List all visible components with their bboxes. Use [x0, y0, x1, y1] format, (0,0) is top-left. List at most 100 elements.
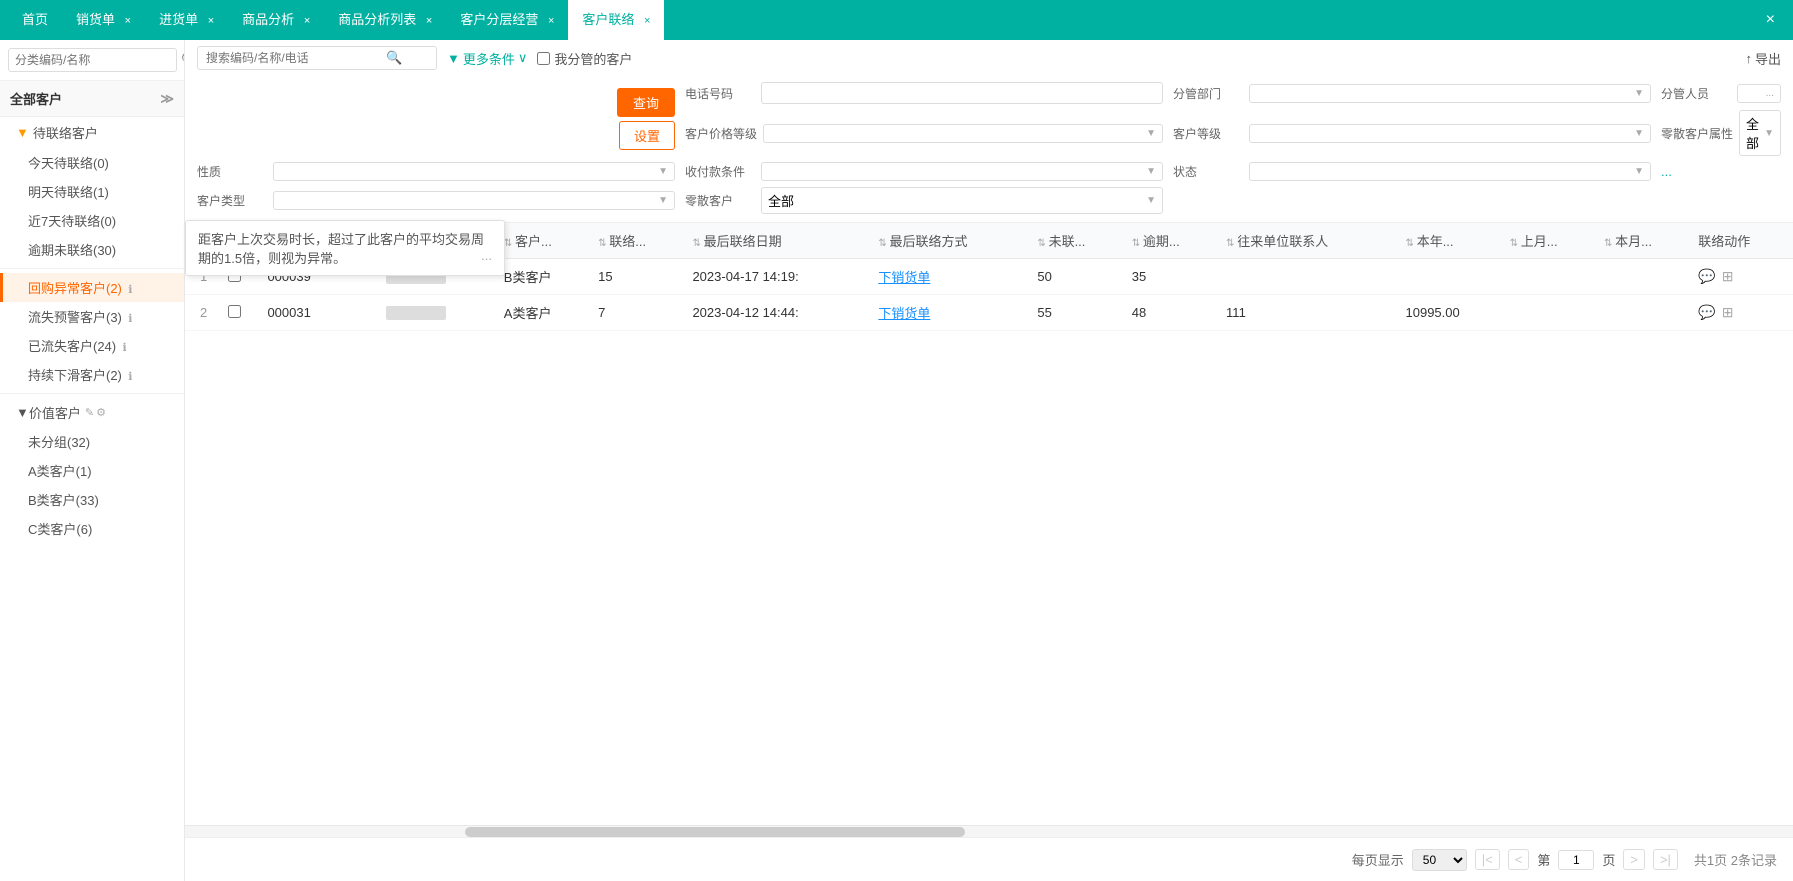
horizontal-scrollbar[interactable]	[185, 825, 1793, 837]
export-button[interactable]: ↑ 导出	[1745, 49, 1781, 68]
last-page-button[interactable]: >|	[1653, 849, 1678, 870]
retail-cust-select[interactable]: 全部▼	[761, 187, 1163, 214]
sidebar-item-c-class[interactable]: C类客户(6)	[0, 514, 184, 543]
row-2-chat-icon[interactable]: 💬	[1698, 304, 1715, 321]
row-last-date-1: 2023-04-17 14:19:	[686, 259, 872, 295]
cust-grade-select[interactable]: ▼	[1249, 124, 1651, 143]
table-row: 2 000031 A类客户 7 2023-04-12 14:44: 下销货单	[185, 295, 1793, 331]
sidebar-search-input[interactable]	[8, 48, 177, 72]
sidebar-item-b-class[interactable]: B类客户(33)	[0, 485, 184, 514]
cust-type-label: 客户类型	[197, 192, 267, 209]
action-buttons: 查询 设置	[197, 88, 675, 150]
nav-home[interactable]: 首页	[8, 0, 62, 40]
filter-retail-property: 零散客户属性 全部▼	[1661, 110, 1781, 156]
manager-label: 分管人员	[1661, 85, 1731, 102]
my-customers-checkbox[interactable]	[537, 52, 550, 65]
row-overdue-1: 35	[1126, 259, 1220, 295]
sidebar-item-churned[interactable]: 已流失客户(24) ℹ	[0, 331, 184, 360]
row-last-month-2	[1504, 295, 1598, 331]
col-this-month[interactable]: 本月...	[1598, 223, 1692, 259]
first-page-button[interactable]: |<	[1475, 849, 1500, 870]
col-this-year[interactable]: 本年...	[1400, 223, 1504, 259]
page-size-select[interactable]: 50 20 100	[1412, 849, 1467, 871]
data-table-area: ⚙ 客户编码 客户名称 客户...	[185, 223, 1793, 825]
row-overdue-2: 48	[1126, 295, 1220, 331]
col-last-method[interactable]: 最后联络方式	[872, 223, 1031, 259]
sidebar-item-overdue[interactable]: 逾期未联络(30)	[0, 235, 184, 264]
last-method-link-1[interactable]: 下销货单	[878, 270, 930, 285]
sidebar-group-pending[interactable]: ▼ 待联络客户	[0, 117, 184, 148]
cust-type-select[interactable]: ▼	[273, 191, 675, 210]
filter-status: 状态 ▼	[1173, 162, 1651, 181]
sidebar-item-repurchase-abnormal[interactable]: 回购异常客户(2) ℹ	[0, 273, 184, 302]
row-grade-1: B类客户	[498, 259, 592, 295]
more-conditions-button[interactable]: ▼ 更多条件 ∨	[447, 49, 527, 68]
sidebar-item-a-class[interactable]: A类客户(1)	[0, 456, 184, 485]
current-page-input[interactable]	[1558, 850, 1594, 870]
nav-product-analysis-close[interactable]: ×	[304, 15, 310, 27]
phone-label: 电话号码	[685, 85, 755, 102]
setting-button[interactable]: 设置	[619, 121, 675, 150]
nav-customer-contact[interactable]: 客户联络 ×	[568, 0, 664, 40]
col-grade[interactable]: 客户...	[498, 223, 592, 259]
row-1-grid-icon[interactable]: ⊞	[1722, 268, 1734, 285]
last-method-link-2[interactable]: 下销货单	[878, 306, 930, 321]
retail-cust-label: 零散客户	[685, 192, 755, 209]
sidebar-group-value-customers[interactable]: ▼ 价值客户 ✎ ⚙	[0, 398, 184, 427]
search-input[interactable]	[206, 51, 386, 65]
col-uncontacted[interactable]: 未联...	[1031, 223, 1125, 259]
row-this-month-2	[1598, 295, 1692, 331]
triangle-icon: ▼	[16, 125, 29, 140]
nav-sales[interactable]: 销货单 ×	[62, 0, 145, 40]
search-icon[interactable]: 🔍	[386, 50, 402, 66]
sidebar-item-churn-warning[interactable]: 流失预警客户(3) ℹ	[0, 302, 184, 331]
nav-sales-close[interactable]: ×	[125, 15, 131, 27]
nav-customer-segment-close[interactable]: ×	[548, 15, 554, 27]
nature-arrow-icon: ▼	[658, 166, 668, 177]
sidebar-item-7days[interactable]: 近7天待联络(0)	[0, 206, 184, 235]
tooltip-close[interactable]: ...	[481, 248, 492, 263]
scroll-thumb[interactable]	[465, 827, 965, 837]
row-2-checkbox[interactable]	[228, 305, 241, 318]
nature-select[interactable]: ▼	[273, 162, 675, 181]
filter-manager: 分管人员 ...	[1661, 84, 1781, 103]
nav-purchase[interactable]: 进货单 ×	[145, 0, 228, 40]
sidebar-collapse-btn[interactable]: ≫	[160, 91, 174, 107]
row-2-grid-icon[interactable]: ⊞	[1722, 304, 1734, 321]
nav-product-analysis[interactable]: 商品分析 ×	[228, 0, 324, 40]
sidebar-item-ungrouped[interactable]: 未分组(32)	[0, 427, 184, 456]
value-edit-icon[interactable]: ✎	[85, 406, 94, 419]
next-page-button[interactable]: >	[1623, 849, 1645, 870]
row-1-chat-icon[interactable]: 💬	[1698, 268, 1715, 285]
col-contact-count[interactable]: 联络...	[592, 223, 686, 259]
phone-input[interactable]	[761, 82, 1163, 104]
prev-page-button[interactable]: <	[1508, 849, 1530, 870]
nav-product-list-close[interactable]: ×	[426, 15, 432, 27]
page-label-after: 页	[1602, 850, 1615, 869]
query-button[interactable]: 查询	[617, 88, 675, 117]
sidebar-item-declining[interactable]: 持续下滑客户(2) ℹ	[0, 360, 184, 389]
close-all-tabs[interactable]: ×	[1756, 11, 1785, 29]
nav-product-analysis-list[interactable]: 商品分析列表 ×	[324, 0, 446, 40]
more-filters-button[interactable]: ...	[1661, 164, 1672, 179]
nav-customer-segment[interactable]: 客户分层经营 ×	[446, 0, 568, 40]
nav-purchase-close[interactable]: ×	[208, 15, 214, 27]
col-overdue[interactable]: 逾期...	[1126, 223, 1220, 259]
row-uncontacted-1: 50	[1031, 259, 1125, 295]
manager-select[interactable]: ...	[1737, 84, 1781, 103]
col-last-month[interactable]: 上月...	[1504, 223, 1598, 259]
retail-property-select[interactable]: 全部▼	[1739, 110, 1781, 156]
status-select[interactable]: ▼	[1249, 162, 1651, 181]
price-grade-select[interactable]: ▼	[763, 124, 1163, 143]
value-settings-icon[interactable]: ⚙	[96, 406, 106, 419]
payment-select[interactable]: ▼	[761, 162, 1163, 181]
sidebar-item-today[interactable]: 今天待联络(0)	[0, 148, 184, 177]
sidebar: 🔍 全部客户 ≫ ▼ 待联络客户 今天待联络(0) 明天待联络(1) 近7天待联…	[0, 40, 185, 881]
col-last-date[interactable]: 最后联络日期	[686, 223, 872, 259]
col-contact2[interactable]: 往来单位联系人	[1220, 223, 1399, 259]
nav-customer-contact-close[interactable]: ×	[644, 15, 650, 27]
my-customers-checkbox-label[interactable]: 我分管的客户	[537, 49, 632, 68]
pagination-bar: 每页显示 50 20 100 |< < 第 页 > >| 共1页 2条记录	[185, 837, 1793, 881]
dept-select[interactable]: ▼	[1249, 84, 1651, 103]
sidebar-item-tomorrow[interactable]: 明天待联络(1)	[0, 177, 184, 206]
